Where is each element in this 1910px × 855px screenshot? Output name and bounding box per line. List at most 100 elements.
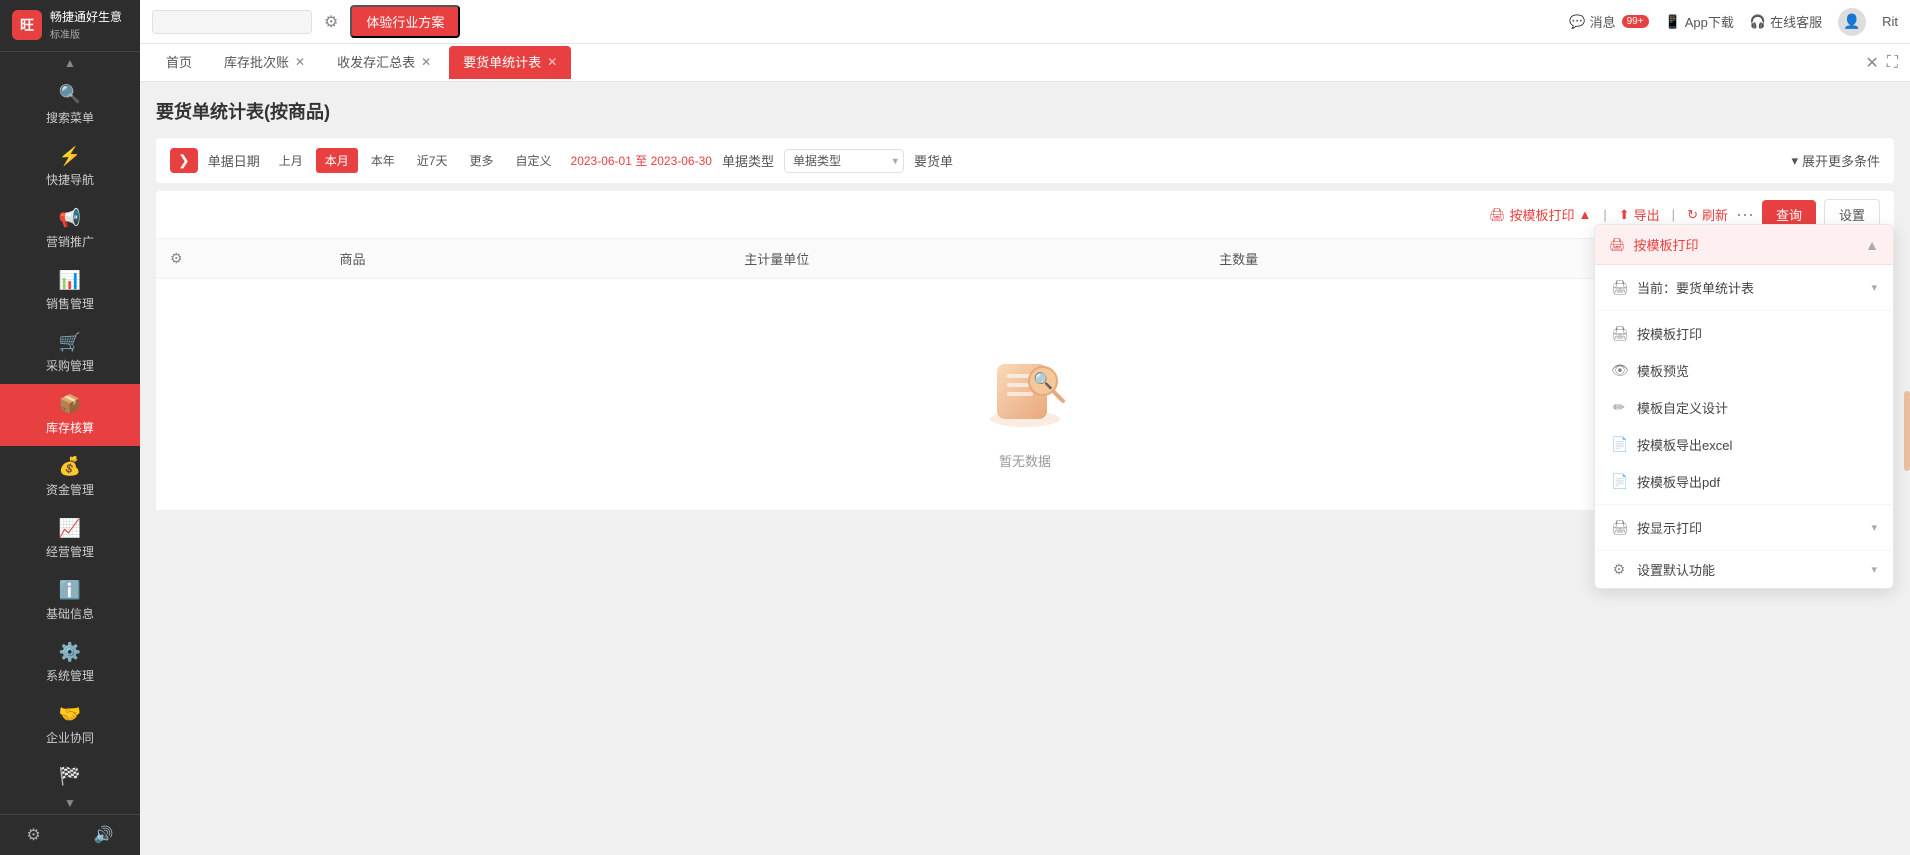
scroll-up[interactable]: ▲ <box>0 52 140 74</box>
template-pdf-label: 按模板导出pdf <box>1637 472 1720 491</box>
messages-button[interactable]: 💬 消息 99+ <box>1569 12 1648 31</box>
finance-icon: 💰 <box>59 456 81 477</box>
sidebar-item-basic[interactable]: ℹ️ 基础信息 <box>0 570 140 632</box>
print-template-btn[interactable]: 🖨 按模板打印 ▲ <box>1489 205 1591 224</box>
col-quantity: 主数量 <box>1045 239 1432 279</box>
app-download-button[interactable]: 📱 App下载 <box>1665 12 1734 31</box>
dropdown-item-template-pdf[interactable]: 📄 按模板导出pdf <box>1595 463 1893 500</box>
print-template-label: 按模板打印 <box>1509 205 1574 224</box>
sidebar-item-label: 营销推广 <box>46 233 94 250</box>
online-service-button[interactable]: 🎧 在线客服 <box>1750 12 1822 31</box>
close-all-tabs-icon[interactable]: ✕ <box>1865 53 1878 73</box>
topbar-right: 💬 消息 99+ 📱 App下载 🎧 在线客服 👤 Rit <box>1569 8 1898 36</box>
dropdown-current-section: 🖨 当前：要货单统计表 ▾ <box>1595 265 1893 311</box>
expand-tabs-icon[interactable]: ⛶ <box>1887 54 1898 72</box>
sidebar-item-sales[interactable]: 📊 销售管理 <box>0 260 140 322</box>
expand-more-btn[interactable]: ▾ 展开更多条件 <box>1791 151 1880 170</box>
headset-icon: 🎧 <box>1750 14 1766 30</box>
tab-inventory-batch[interactable]: 库存批次账 ✕ <box>210 46 319 79</box>
date-range-display: 2023-06-01 至 2023-06-30 <box>571 152 712 169</box>
logo-subtitle: 标准版 <box>50 26 122 41</box>
refresh-btn[interactable]: ↻ 刷新 <box>1687 205 1728 224</box>
template-preview-icon: 👁 <box>1611 362 1627 379</box>
trial-button[interactable]: 体验行业方案 <box>350 5 460 38</box>
sidebar-item-marketing[interactable]: 📢 营销推广 <box>0 198 140 260</box>
sidebar-item-system[interactable]: ⚙️ 系统管理 <box>0 632 140 694</box>
sidebar: 旺 畅捷通好生意 标准版 ▲ 🔍 搜索菜单 ⚡ 快捷导航 📢 营销推广 📊 销售… <box>0 0 140 855</box>
scroll-down[interactable]: ▼ <box>0 792 140 814</box>
sidebar-item-quicknav[interactable]: ⚡ 快捷导航 <box>0 136 140 198</box>
template-print-label: 按模板打印 <box>1637 324 1702 343</box>
quicknav-icon: ⚡ <box>59 146 81 167</box>
sidebar-item-label: 搜索菜单 <box>46 109 94 126</box>
tab-receipts-summary[interactable]: 收发存汇总表 ✕ <box>323 46 445 79</box>
toolbar-divider: | <box>1603 207 1606 222</box>
dropdown-current-item[interactable]: 🖨 当前：要货单统计表 ▾ <box>1595 269 1893 306</box>
more-icon[interactable]: ··· <box>1736 204 1754 225</box>
display-print-expand: ▾ <box>1871 521 1877 534</box>
current-template-expand: ▾ <box>1871 281 1877 294</box>
sidebar-bottom: ⚙ 🔊 <box>0 814 140 855</box>
dropdown-header-label: 按模板打印 <box>1634 235 1699 254</box>
print-header-icon: 🖨 <box>1609 237 1626 253</box>
dropdown-default-left: ⚙ 设置默认功能 <box>1611 560 1715 579</box>
date-custom[interactable]: 自定义 <box>507 148 561 173</box>
tab-order-stats-close[interactable]: ✕ <box>547 55 557 69</box>
date-last7days[interactable]: 近7天 <box>408 148 457 173</box>
tab-receipts-summary-close[interactable]: ✕ <box>421 55 431 69</box>
sidebar-item-search[interactable]: 🔍 搜索菜单 <box>0 74 140 136</box>
sidebar-logo: 旺 畅捷通好生意 标准版 <box>0 0 140 52</box>
date-more[interactable]: 更多 <box>460 148 502 173</box>
settings-gear-icon[interactable]: ⚙ <box>324 12 338 32</box>
col-unit: 主计量单位 <box>508 239 1045 279</box>
sidebar-item-inventory[interactable]: 📦 库存核算 <box>0 384 140 446</box>
topbar-search-input[interactable] <box>152 10 312 34</box>
sidebar-item-guide[interactable]: 🏁 新手引导 <box>0 756 140 792</box>
doc-type-select[interactable]: 单据类型 <box>784 149 904 173</box>
table-gear-icon[interactable]: ⚙ <box>170 250 183 266</box>
dropdown-item-template-design[interactable]: ✏ 模板自定义设计 <box>1595 389 1893 426</box>
settings-bottom-icon[interactable]: ⚙ <box>26 825 40 845</box>
sidebar-item-label: 基础信息 <box>46 605 94 622</box>
dropdown-default-item[interactable]: ⚙ 设置默认功能 ▾ <box>1595 551 1893 588</box>
sidebar-item-operations[interactable]: 📈 经营管理 <box>0 508 140 570</box>
tab-inventory-batch-label: 库存批次账 <box>224 52 289 71</box>
dropdown-item-template-excel[interactable]: 📄 按模板导出excel <box>1595 426 1893 463</box>
messages-badge: 99+ <box>1622 15 1649 28</box>
sidebar-item-label: 快捷导航 <box>46 171 94 188</box>
filter-expand-toggle[interactable]: ❯ <box>170 148 198 173</box>
sidebar-item-finance[interactable]: 💰 资金管理 <box>0 446 140 508</box>
date-prev-month[interactable]: 上月 <box>270 148 312 173</box>
current-template-icon: 🖨 <box>1611 279 1627 296</box>
topbar: ⚙ 体验行业方案 💬 消息 99+ 📱 App下载 🎧 在线客服 👤 Rit <box>140 0 1910 44</box>
dropdown-default-section: ⚙ 设置默认功能 ▾ <box>1595 551 1893 588</box>
sidebar-item-label: 库存核算 <box>46 419 94 436</box>
sidebar-item-label: 资金管理 <box>46 481 94 498</box>
current-template-label: 当前：要货单统计表 <box>1637 278 1754 297</box>
sidebar-item-collab[interactable]: 🤝 企业协同 <box>0 694 140 756</box>
messages-label: 消息 <box>1590 12 1616 31</box>
tab-order-stats[interactable]: 要货单统计表 ✕ <box>449 46 571 79</box>
date-this-year[interactable]: 本年 <box>362 148 404 173</box>
dropdown-item-template-print[interactable]: 🖨 按模板打印 <box>1595 315 1893 352</box>
sidebar-item-purchase[interactable]: 🛒 采购管理 <box>0 322 140 384</box>
dropdown-header-left: 🖨 按模板打印 <box>1609 235 1699 254</box>
printer-icon: 🖨 <box>1489 207 1506 223</box>
user-avatar[interactable]: 👤 <box>1838 8 1866 36</box>
dropdown-display-item[interactable]: 🖨 按显示打印 ▾ <box>1595 509 1893 546</box>
tab-home[interactable]: 首页 <box>152 46 206 79</box>
export-btn[interactable]: ⬆ 导出 <box>1619 205 1660 224</box>
volume-icon[interactable]: 🔊 <box>94 825 114 845</box>
sidebar-nav: 🔍 搜索菜单 ⚡ 快捷导航 📢 营销推广 📊 销售管理 🛒 采购管理 📦 库存核… <box>0 74 140 792</box>
sidebar-item-label: 企业协同 <box>46 729 94 746</box>
date-current-month[interactable]: 本月 <box>316 148 358 173</box>
app-download-label: App下载 <box>1685 12 1734 31</box>
dropdown-header[interactable]: 🖨 按模板打印 ▲ <box>1595 225 1893 265</box>
tab-inventory-batch-close[interactable]: ✕ <box>295 55 305 69</box>
dropdown-collapse-icon[interactable]: ▲ <box>1865 237 1879 253</box>
tab-receipts-summary-label: 收发存汇总表 <box>337 52 415 71</box>
print-expand-icon: ▲ <box>1578 207 1591 222</box>
export-icon: ⬆ <box>1619 207 1630 223</box>
template-design-label: 模板自定义设计 <box>1637 398 1728 417</box>
dropdown-item-template-preview[interactable]: 👁 模板预览 <box>1595 352 1893 389</box>
